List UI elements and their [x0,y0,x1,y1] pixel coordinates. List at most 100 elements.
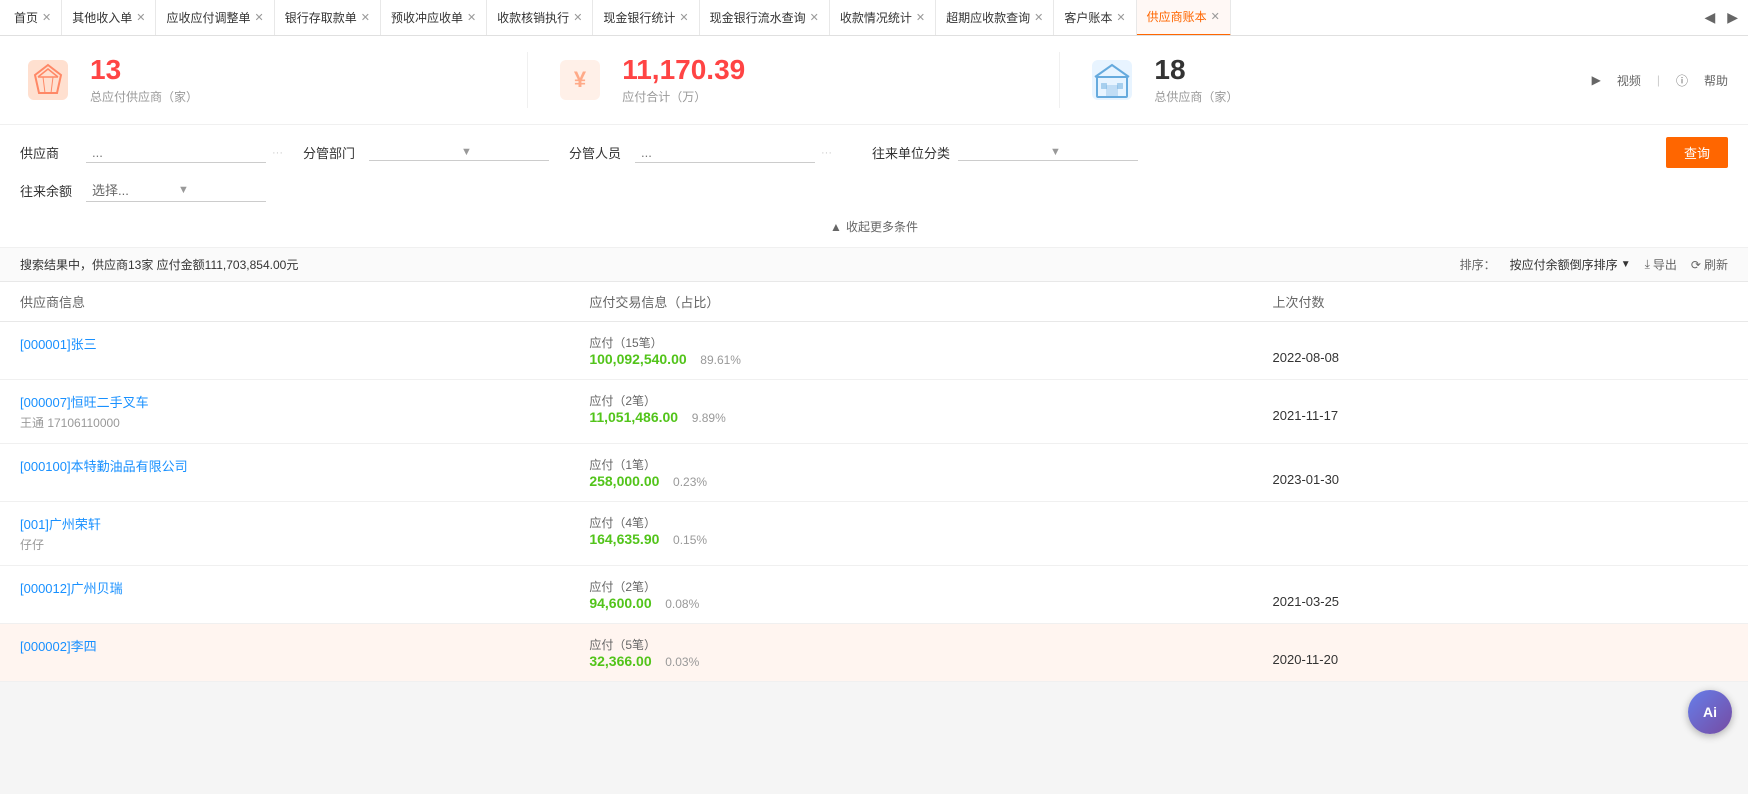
help-icon: ⓘ [1676,72,1688,89]
trans-percent: 0.23% [673,475,707,489]
trans-amount-row: 100,092,540.00 89.61% [589,351,1272,367]
table-row: [000100]本特勤油品有限公司 应付（1笔） 258,000.00 0.23… [0,444,1748,502]
person-filter-label: 分管人员 [569,143,629,162]
lastpay-cell: 2021-11-17 [1273,392,1728,423]
supplier-name: [000100]本特勤油品有限公司 [20,456,589,475]
nav-prev-arrow[interactable]: ◀ [1698,0,1721,36]
help-link[interactable]: 帮助 [1704,72,1728,89]
collapse-label: 收起更多条件 [846,218,918,235]
dept-filter-label: 分管部门 [303,143,363,162]
category-filter-select[interactable]: ▼ [958,144,1138,161]
amount-icon: ¥ [552,52,608,108]
nav-tab-customer-account[interactable]: 客户账本 ✕ [1054,0,1136,36]
summary-right-links: ▶ 视频 | ⓘ 帮助 [1592,72,1728,89]
supplier-link[interactable]: [000001]张三 [20,337,97,352]
trans-amount: 11,051,486.00 [589,409,678,425]
ai-label: Ai [1703,704,1717,720]
ai-float-button[interactable]: Ai [1688,690,1732,734]
tab-label: 供应商账本 [1147,8,1207,25]
top-nav: 首页✕其他收入单✕应收应付调整单✕银行存取款单✕预收冲应收单✕收款核销执行✕现金… [0,0,1748,36]
tab-close-icon[interactable]: ✕ [573,11,582,24]
nav-tab-cash-bank-stat[interactable]: 现金银行统计 ✕ [593,0,699,36]
trans-label: 应付（2笔） [589,578,1272,595]
balance-filter-label: 往来余额 [20,181,80,200]
transaction-cell: 应付（2笔） 94,600.00 0.08% [589,578,1272,611]
nav-tab-receipt-exec[interactable]: 收款核销执行✕ [487,0,593,36]
nav-tab-supplier-account[interactable]: 供应商账本 ✕ [1137,0,1231,36]
tab-close-icon[interactable]: ✕ [679,11,688,24]
supplier-link[interactable]: [000007]恒旺二手叉车 [20,395,149,410]
nav-tab-bank-deposit[interactable]: 银行存取款单✕ [275,0,381,36]
person-filter-input[interactable] [635,143,815,163]
tab-label: 应收应付调整单 [166,9,250,26]
sort-chevron-icon: ▼ [1621,259,1631,270]
tab-close-icon[interactable]: ✕ [42,11,51,24]
export-button[interactable]: ⤓ 导出 [1645,256,1677,273]
supplier-link[interactable]: [000012]广州贝瑞 [20,581,123,596]
supplier-link[interactable]: [000100]本特勤油品有限公司 [20,459,188,474]
video-link[interactable]: 视频 [1617,72,1641,89]
trans-amount: 100,092,540.00 [589,351,686,367]
tab-label: 收款情况统计 [840,9,912,26]
balance-filter-field: 往来余额 选择... ▼ [20,178,266,202]
tab-close-icon[interactable]: ✕ [1211,10,1220,23]
nav-tab-home[interactable]: 首页✕ [4,0,62,36]
trans-amount: 164,635.90 [589,531,659,547]
supplier-filter-input[interactable] [86,143,266,163]
nav-tab-cash-bank-flow[interactable]: 现金银行流水查询 ✕ [700,0,830,36]
tab-close-icon[interactable]: ✕ [361,11,370,24]
supplier-cell: [000012]广州贝瑞 [20,578,589,597]
nav-tab-ar-adjust[interactable]: 应收应付调整单 ✕ [156,0,274,36]
supplier-name: [001]广州荣轩 [20,514,589,533]
dept-filter-select[interactable]: ▼ [369,144,549,161]
trans-percent: 0.08% [665,597,699,611]
trans-amount-row: 164,635.90 0.15% [589,531,1272,547]
filter-area: 供应商 ··· 分管部门 ▼ 分管人员 ··· 往来单位分类 ▼ 查询 [0,125,1748,248]
trans-amount-row: 32,366.00 0.03% [589,653,1272,669]
total-payable-suppliers-num: 13 [90,55,198,86]
supplier-link[interactable]: [000002]李四 [20,639,97,654]
nav-tab-overdue-query[interactable]: 超期应收款查询✕ [936,0,1054,36]
tab-close-icon[interactable]: ✕ [1116,11,1125,24]
trans-amount: 258,000.00 [589,473,659,489]
trans-label: 应付（15笔） [589,334,1272,351]
category-chevron-icon: ▼ [1050,146,1132,158]
nav-tab-receipt-stat[interactable]: 收款情况统计 ✕ [830,0,936,36]
tab-label: 现金银行统计 [603,9,675,26]
supplier-name: [000001]张三 [20,334,589,353]
tab-close-icon[interactable]: ✕ [136,11,145,24]
lastpay-cell: 2023-01-30 [1273,456,1728,487]
supplier-link[interactable]: [001]广州荣轩 [20,517,101,532]
query-button[interactable]: 查询 [1666,137,1728,168]
dept-filter-field: 分管部门 ▼ [303,143,549,162]
tab-close-icon[interactable]: ✕ [810,11,819,24]
person-filter-field: 分管人员 ··· [569,143,832,163]
total-payable-amount-num: 11,170.39 [622,55,745,86]
lastpay-cell: 2021-03-25 [1273,578,1728,609]
transaction-cell: 应付（15笔） 100,092,540.00 89.61% [589,334,1272,367]
nav-tab-other-income[interactable]: 其他收入单✕ [62,0,156,36]
tab-close-icon[interactable]: ✕ [254,11,263,24]
supplier-cell: [000007]恒旺二手叉车 王通 17106110000 [20,392,589,431]
collapse-chevron-icon: ▲ [830,220,842,234]
nav-next-arrow[interactable]: ▶ [1721,0,1744,36]
tab-close-icon[interactable]: ✕ [916,11,925,24]
collapse-button[interactable]: ▲ 收起更多条件 [20,212,1728,243]
balance-filter-select[interactable]: 选择... ▼ [86,178,266,202]
tab-close-icon[interactable]: ✕ [467,11,476,24]
supplier-name: [000012]广州贝瑞 [20,578,589,597]
person-filter-dots: ··· [821,147,832,159]
tab-label: 现金银行流水查询 [710,9,806,26]
tab-label: 客户账本 [1064,9,1112,26]
transaction-cell: 应付（1笔） 258,000.00 0.23% [589,456,1272,489]
supplier-filter-field: 供应商 ··· [20,143,283,163]
sort-select[interactable]: 按应付余额倒序排序 ▼ [1510,256,1631,273]
nav-tab-prepay-offset[interactable]: 预收冲应收单✕ [381,0,487,36]
refresh-icon: ⟳ [1691,258,1701,272]
table-row: [000007]恒旺二手叉车 王通 17106110000 应付（2笔） 11,… [0,380,1748,444]
tab-close-icon[interactable]: ✕ [1034,11,1043,24]
refresh-button[interactable]: ⟳ 刷新 [1691,256,1728,273]
trans-amount: 94,600.00 [589,595,651,611]
supplier-table: 供应商信息 应付交易信息（占比） 上次付数 [000001]张三 应付（15笔）… [0,282,1748,682]
filter-row-1: 供应商 ··· 分管部门 ▼ 分管人员 ··· 往来单位分类 ▼ 查询 [20,137,1728,168]
